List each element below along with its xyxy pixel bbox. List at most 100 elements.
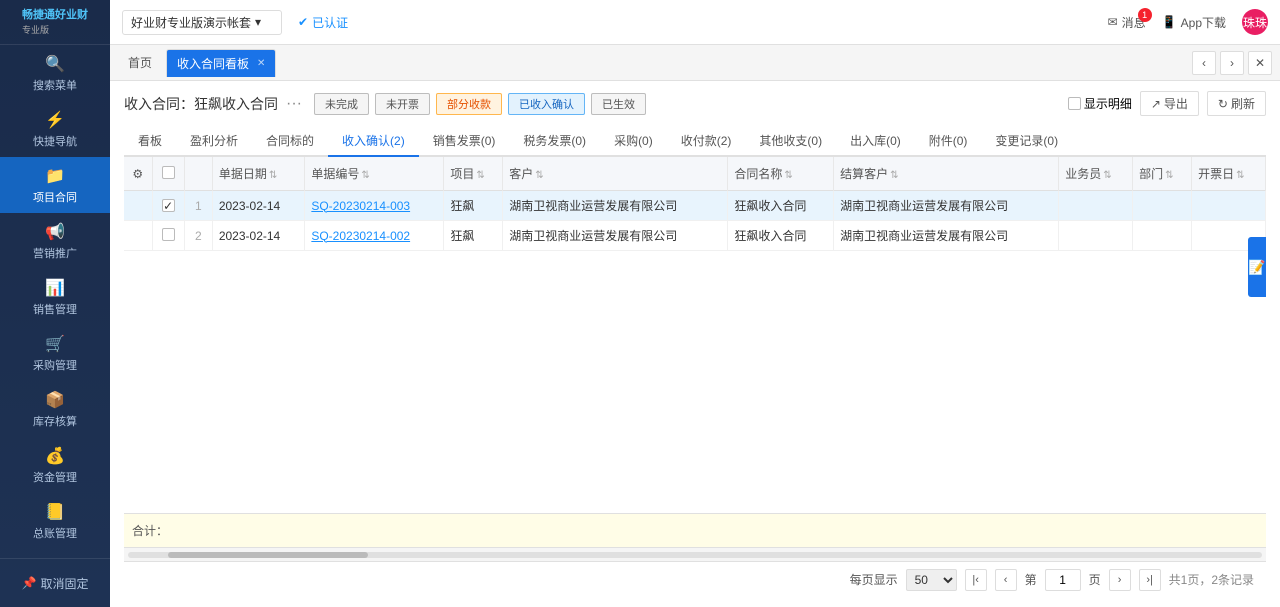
sidebar-item-general[interactable]: 📒 总账管理 xyxy=(0,493,110,549)
sidebar-item-capital[interactable]: 💰 资金管理 xyxy=(0,437,110,493)
subtab-income-confirm[interactable]: 收入确认(2) xyxy=(328,126,419,157)
project-icon: 📁 xyxy=(45,166,65,186)
sidebar-item-search[interactable]: 🔍 搜索菜单 xyxy=(0,45,110,101)
data-table: ⚙ 单据日期⇅ 单据编号⇅ 项目⇅ 客户⇅ 合同名称⇅ 结算客户⇅ 业务员⇅ 部… xyxy=(124,157,1266,251)
scroll-thumb[interactable] xyxy=(168,552,368,558)
subtab-attachment[interactable]: 附件(0) xyxy=(915,126,982,157)
marketing-icon: 📢 xyxy=(45,222,65,242)
next-page-button[interactable]: › xyxy=(1109,569,1131,591)
page-input[interactable] xyxy=(1045,569,1081,591)
prev-page-button[interactable]: ‹ xyxy=(995,569,1017,591)
company-name: 好业财专业版演示帐套 xyxy=(131,14,251,31)
sidebar-item-quick[interactable]: ⚡ 快捷导航 xyxy=(0,101,110,157)
row-code-0[interactable]: SQ-20230214-003 xyxy=(305,191,444,221)
company-selector[interactable]: 好业财专业版演示帐套 ▾ xyxy=(122,10,282,35)
table-row[interactable]: ✓ 1 2023-02-14 SQ-20230214-003 狂飙 湖南卫视商业… xyxy=(124,191,1266,221)
inventory-icon: 📦 xyxy=(45,390,65,410)
chevron-down-icon: ▾ xyxy=(255,15,261,29)
subtab-other-income[interactable]: 其他收支(0) xyxy=(745,126,836,157)
subtab-purchase[interactable]: 采购(0) xyxy=(600,126,667,157)
sales-icon: 📊 xyxy=(45,278,65,298)
more-button[interactable]: ··· xyxy=(286,95,302,113)
sidebar-item-invoice[interactable]: 🧾 发票管理 xyxy=(0,549,110,558)
app-download-label: App下载 xyxy=(1181,14,1226,31)
row-contract-1: 狂飙收入合同 xyxy=(728,221,834,251)
horizontal-scrollbar[interactable] xyxy=(124,547,1266,561)
pagination: 每页显示 20 50 100 200 |‹ ‹ 第 页 › ›| 共1页，2条记… xyxy=(124,561,1266,597)
tab-close-all-button[interactable]: ✕ xyxy=(1248,51,1272,75)
table-footer: 合计： xyxy=(124,513,1266,547)
page-title-row: 收入合同：狂飙收入合同 ··· 未完成 未开票 部分收款 已收入确认 已生效 显… xyxy=(124,91,1266,116)
sidebar-item-marketing[interactable]: 📢 营销推广 xyxy=(0,213,110,269)
table-row[interactable]: 2 2023-02-14 SQ-20230214-002 狂飙 湖南卫视商业运营… xyxy=(124,221,1266,251)
sidebar-label-sales: 销售管理 xyxy=(33,301,77,317)
sidebar-item-inventory[interactable]: 📦 库存核算 xyxy=(0,381,110,437)
refresh-button[interactable]: ↻ 刷新 xyxy=(1207,91,1266,116)
per-page-select[interactable]: 20 50 100 200 xyxy=(906,569,957,591)
col-salesperson[interactable]: 业务员⇅ xyxy=(1059,157,1133,191)
col-customer[interactable]: 客户⇅ xyxy=(503,157,728,191)
col-department[interactable]: 部门⇅ xyxy=(1133,157,1192,191)
col-code[interactable]: 单据编号⇅ xyxy=(305,157,444,191)
sidebar-label-marketing: 营销推广 xyxy=(33,245,77,261)
app-name: 畅捷通好业财 xyxy=(22,8,88,22)
checkbox-icon-0[interactable]: ✓ xyxy=(162,199,175,212)
status-not-issued[interactable]: 未开票 xyxy=(375,93,430,115)
message-badge: 1 xyxy=(1138,8,1152,22)
row-checkbox-1[interactable] xyxy=(152,221,184,251)
row-code-1[interactable]: SQ-20230214-002 xyxy=(305,221,444,251)
avatar: 珠珠 xyxy=(1242,9,1268,35)
tab-next-button[interactable]: › xyxy=(1220,51,1244,75)
note-icon[interactable]: 📝 xyxy=(1248,237,1266,297)
subtab-profit[interactable]: 盈利分析 xyxy=(176,126,252,157)
subtab-tax-invoice[interactable]: 税务发票(0) xyxy=(509,126,600,157)
sidebar-pin-button[interactable]: 📌 取消固定 xyxy=(0,565,110,601)
user-avatar[interactable]: 珠珠 xyxy=(1242,9,1268,35)
sidebar-label-quick: 快捷导航 xyxy=(33,133,77,149)
message-button[interactable]: ✉ 1 消息 xyxy=(1108,14,1146,31)
row-settle-0: 湖南卫视商业运营发展有限公司 xyxy=(834,191,1059,221)
status-incomplete[interactable]: 未完成 xyxy=(314,93,369,115)
col-settings[interactable]: ⚙ xyxy=(124,157,152,191)
tab-contract[interactable]: 收入合同看板 ✕ xyxy=(166,49,276,77)
show-detail-checkbox[interactable]: 显示明细 xyxy=(1068,95,1132,112)
status-effective[interactable]: 已生效 xyxy=(591,93,646,115)
tab-close-icon[interactable]: ✕ xyxy=(257,58,265,69)
sidebar-item-project[interactable]: 📁 项目合同 xyxy=(0,157,110,213)
first-page-button[interactable]: |‹ xyxy=(965,569,987,591)
subtab-kanban[interactable]: 看板 xyxy=(124,126,176,157)
col-select-all[interactable] xyxy=(152,157,184,191)
sidebar-logo: 畅捷通好业财 专业版 xyxy=(0,0,110,45)
sidebar-item-sales[interactable]: 📊 销售管理 xyxy=(0,269,110,325)
subtab-payment[interactable]: 收付款(2) xyxy=(667,126,746,157)
app-download-button[interactable]: 📱 App下载 xyxy=(1162,14,1226,31)
row-contract-0: 狂飙收入合同 xyxy=(728,191,834,221)
row-salesperson-1 xyxy=(1059,221,1133,251)
status-confirmed[interactable]: 已收入确认 xyxy=(508,93,585,115)
subtab-contract-std[interactable]: 合同标的 xyxy=(252,126,328,157)
subtab-sales-invoice[interactable]: 销售发票(0) xyxy=(419,126,510,157)
detail-checkbox-icon xyxy=(1068,97,1081,110)
subtab-outbound[interactable]: 出入库(0) xyxy=(836,126,915,157)
general-icon: 📒 xyxy=(45,502,65,522)
col-contract-name[interactable]: 合同名称⇅ xyxy=(728,157,834,191)
subtab-change-log[interactable]: 变更记录(0) xyxy=(981,126,1072,157)
row-settings-1 xyxy=(124,221,152,251)
row-salesperson-0 xyxy=(1059,191,1133,221)
last-page-button[interactable]: ›| xyxy=(1139,569,1161,591)
capital-icon: 💰 xyxy=(45,446,65,466)
row-checkbox-0[interactable]: ✓ xyxy=(152,191,184,221)
tab-prev-button[interactable]: ‹ xyxy=(1192,51,1216,75)
checkbox-icon-1[interactable] xyxy=(162,228,175,241)
sidebar-label-inventory: 库存核算 xyxy=(33,413,77,429)
col-date[interactable]: 单据日期⇅ xyxy=(212,157,305,191)
col-settle-customer[interactable]: 结算客户⇅ xyxy=(834,157,1059,191)
purchase-icon: 🛒 xyxy=(45,334,65,354)
sidebar-item-purchase[interactable]: 🛒 采购管理 xyxy=(0,325,110,381)
total-info: 共1页，2条记录 xyxy=(1169,571,1254,588)
tab-home[interactable]: 首页 xyxy=(118,49,162,77)
export-button[interactable]: ↗ 导出 xyxy=(1140,91,1199,116)
col-open-date[interactable]: 开票日⇅ xyxy=(1192,157,1266,191)
status-partial[interactable]: 部分收款 xyxy=(436,93,502,115)
col-project[interactable]: 项目⇅ xyxy=(444,157,503,191)
